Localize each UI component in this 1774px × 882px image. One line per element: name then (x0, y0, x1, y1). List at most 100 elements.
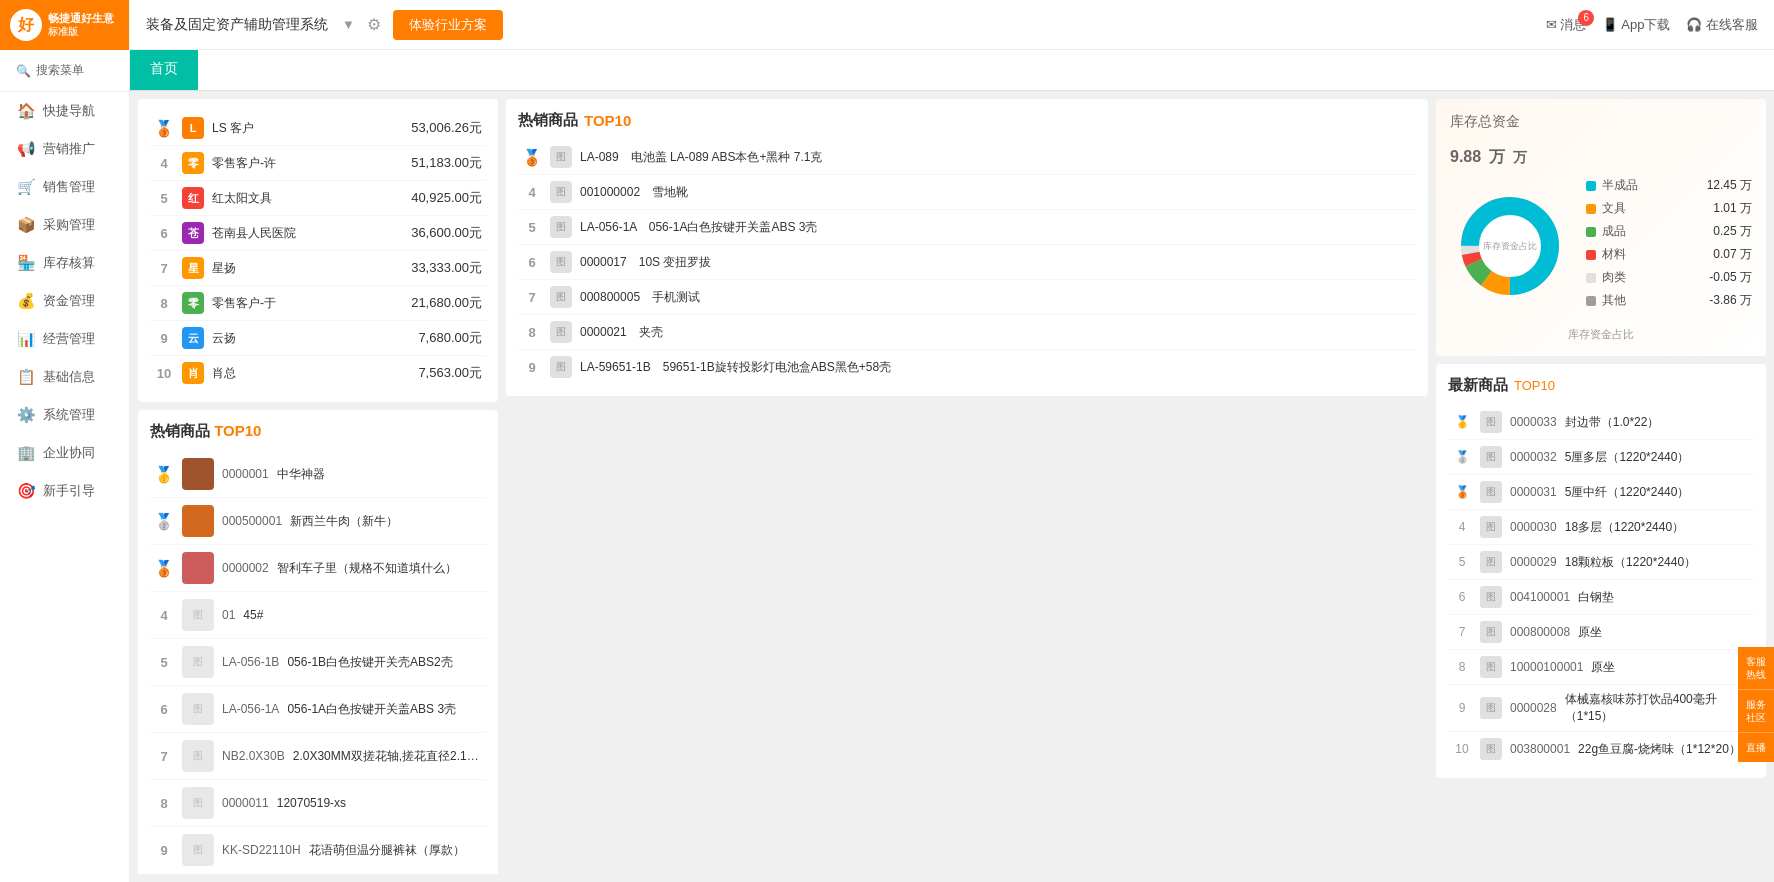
hot-product-row: 🥉 0000002 智利车子里（规格不知道填什么） (150, 545, 486, 592)
legend-name: 其他 (1602, 292, 1703, 309)
latest-product-row: 9 图 0000028 体械嘉核味苏打饮品400毫升（1*15） (1448, 685, 1754, 732)
sidebar-item-sales[interactable]: 🛒销售管理 (0, 168, 129, 206)
sidebar-item-guide[interactable]: 🎯新手引导 (0, 472, 129, 510)
customer-value: 21,680.00元 (411, 294, 482, 312)
rank-num: 4 (522, 185, 542, 200)
latest-product-row: 🥇 图 0000033 封边带（1.0*22） (1448, 405, 1754, 440)
customer-value: 33,333.00元 (411, 259, 482, 277)
customer-badge: L (182, 117, 204, 139)
medal-bronze-icon: 🥉 (522, 148, 542, 167)
legend-item: 半成品 12.45 万 (1586, 177, 1752, 194)
legend-dot (1586, 250, 1596, 260)
nav-label-finance: 资金管理 (43, 292, 95, 310)
latest-name: 原坐 (1578, 624, 1750, 641)
latest-rank: 🥈 (1452, 450, 1472, 464)
sidebar-item-base[interactable]: 📋基础信息 (0, 358, 129, 396)
inventory-card: 库存总资金 9.88 万 万 (1436, 99, 1766, 356)
search-menu-btn[interactable]: 🔍 搜索菜单 (10, 58, 119, 83)
mid-product-row: 🥉 图 LA-089 电池盖 LA-089 ABS本色+黑种 7.1克 (518, 140, 1416, 175)
product-code-name: LA-59651-1B 59651-1B旋转投影灯电池盒ABS黑色+58壳 (580, 359, 1412, 376)
content-area: 🥉 L LS 客户 53,006.26元 4 零 零售客户-许 51,183.0… (130, 91, 1774, 882)
customer-badge: 云 (182, 327, 204, 349)
customer-name: 红太阳文具 (212, 190, 403, 207)
legend-name: 材料 (1602, 246, 1707, 263)
trial-button[interactable]: 体验行业方案 (393, 10, 503, 40)
latest-product-row: 🥉 图 0000031 5厘中纤（1220*2440） (1448, 475, 1754, 510)
inventory-unit: 万 (1489, 148, 1505, 165)
app-download-btn[interactable]: 📱 App下载 (1602, 16, 1670, 34)
mid-top-products-card: 热销商品 TOP10 🥉 图 LA-089 电池盖 LA-089 ABS本色+黑… (506, 99, 1428, 396)
sidebar-item-marketing[interactable]: 📢营销推广 (0, 130, 129, 168)
mid-product-row: 6 图 0000017 10S 变扭罗拔 (518, 245, 1416, 280)
legend-value: 0.07 万 (1713, 246, 1752, 263)
legend-dot (1586, 296, 1596, 306)
legend-item: 其他 -3.86 万 (1586, 292, 1752, 309)
online-service-btn[interactable]: 🎧 在线客服 (1686, 16, 1758, 34)
mid-top-title: 热销商品 TOP10 (518, 111, 1416, 130)
tab-bar: 首页 (130, 50, 1774, 91)
customer-value: 51,183.00元 (411, 154, 482, 172)
gear-icon[interactable]: ⚙ (367, 15, 381, 34)
legend-dot (1586, 227, 1596, 237)
customer-list: 🥉 L LS 客户 53,006.26元 4 零 零售客户-许 51,183.0… (150, 111, 486, 390)
dropdown-icon[interactable]: ▼ (342, 17, 355, 32)
latest-product-row: 4 图 0000030 18多层（1220*2440） (1448, 510, 1754, 545)
sidebar-item-system[interactable]: ⚙️系统管理 (0, 396, 129, 434)
rank-num: 8 (522, 325, 542, 340)
search-icon: 🔍 (16, 64, 31, 78)
logo-icon: 好 (10, 9, 42, 41)
product-code-name: LA-056-1A 056-1A白色按键开关盖ABS 3壳 (580, 219, 1412, 236)
customer-name: 零售客户-许 (212, 155, 403, 172)
message-btn[interactable]: ✉ 消息 6 (1546, 16, 1587, 34)
latest-rank: 5 (1452, 555, 1472, 569)
legend-value: -3.86 万 (1709, 292, 1752, 309)
latest-list: 🥇 图 0000033 封边带（1.0*22） 🥈 图 0000032 5厘多层… (1448, 405, 1754, 766)
legend-item: 肉类 -0.05 万 (1586, 269, 1752, 286)
product-code: 0000011 (222, 796, 269, 810)
latest-img: 图 (1480, 551, 1502, 573)
base-icon: 📋 (17, 368, 35, 386)
hot-product-row: 7 图 NB2.0X30B 2.0X30MM双搓花轴,搓花直径2.1MM/ROH… (150, 733, 486, 780)
product-thumb-placeholder: 图 (182, 599, 214, 631)
rank-num: 5 (154, 191, 174, 206)
latest-code: 003800001 (1510, 742, 1570, 756)
product-img: 图 (550, 216, 572, 238)
customer-badge: 红 (182, 187, 204, 209)
sidebar-item-corp[interactable]: 🏢企业协同 (0, 434, 129, 472)
rank-num: 4 (154, 608, 174, 623)
nav-label-operation: 经营管理 (43, 330, 95, 348)
legend-name: 肉类 (1602, 269, 1703, 286)
tab-home[interactable]: 首页 (130, 50, 198, 90)
product-img: 图 (550, 321, 572, 343)
sidebar-item-operation[interactable]: 📊经营管理 (0, 320, 129, 358)
product-code: 01 (222, 608, 235, 622)
medal-silver-icon: 🥈 (154, 512, 174, 531)
latest-rank: 8 (1452, 660, 1472, 674)
nav-list: 🏠快捷导航📢营销推广🛒销售管理📦采购管理🏪库存核算💰资金管理📊经营管理📋基础信息… (0, 92, 129, 510)
mid-top-list: 热销商品 TOP10 🥉 图 LA-089 电池盖 LA-089 ABS本色+黑… (518, 111, 1416, 384)
inventory-value: 9.88 万 万 (1450, 137, 1752, 169)
product-name: 智利车子里（规格不知道填什么） (277, 560, 482, 577)
sidebar-item-purchase[interactable]: 📦采购管理 (0, 206, 129, 244)
sidebar-search-area[interactable]: 🔍 搜索菜单 (0, 50, 129, 92)
medal-icon: 🥉 (154, 119, 174, 138)
sidebar-item-quick[interactable]: 🏠快捷导航 (0, 92, 129, 130)
legend-item: 材料 0.07 万 (1586, 246, 1752, 263)
sidebar-item-inventory[interactable]: 🏪库存核算 (0, 244, 129, 282)
customer-badge: 肖 (182, 362, 204, 384)
float-btn-1[interactable]: 服务 社区 (1738, 690, 1774, 733)
rank-num: 9 (154, 331, 174, 346)
latest-product-row: 7 图 000800008 原坐 (1448, 615, 1754, 650)
latest-name: 5厘中纤（1220*2440） (1565, 484, 1750, 501)
rank-num: 7 (154, 261, 174, 276)
float-btn-2[interactable]: 直播 (1738, 733, 1774, 762)
nav-label-sales: 销售管理 (43, 178, 95, 196)
hot-product-row: 8 图 0000011 12070519-xs (150, 780, 486, 827)
float-btn-0[interactable]: 客服 热线 (1738, 647, 1774, 690)
rank-num: 7 (522, 290, 542, 305)
sidebar-item-finance[interactable]: 💰资金管理 (0, 282, 129, 320)
rank-num: 7 (154, 749, 174, 764)
latest-name: 原坐 (1591, 659, 1750, 676)
product-name: 2.0X30MM双搓花轴,搓花直径2.1MM/ROHS (293, 748, 482, 765)
product-img: 图 (550, 251, 572, 273)
